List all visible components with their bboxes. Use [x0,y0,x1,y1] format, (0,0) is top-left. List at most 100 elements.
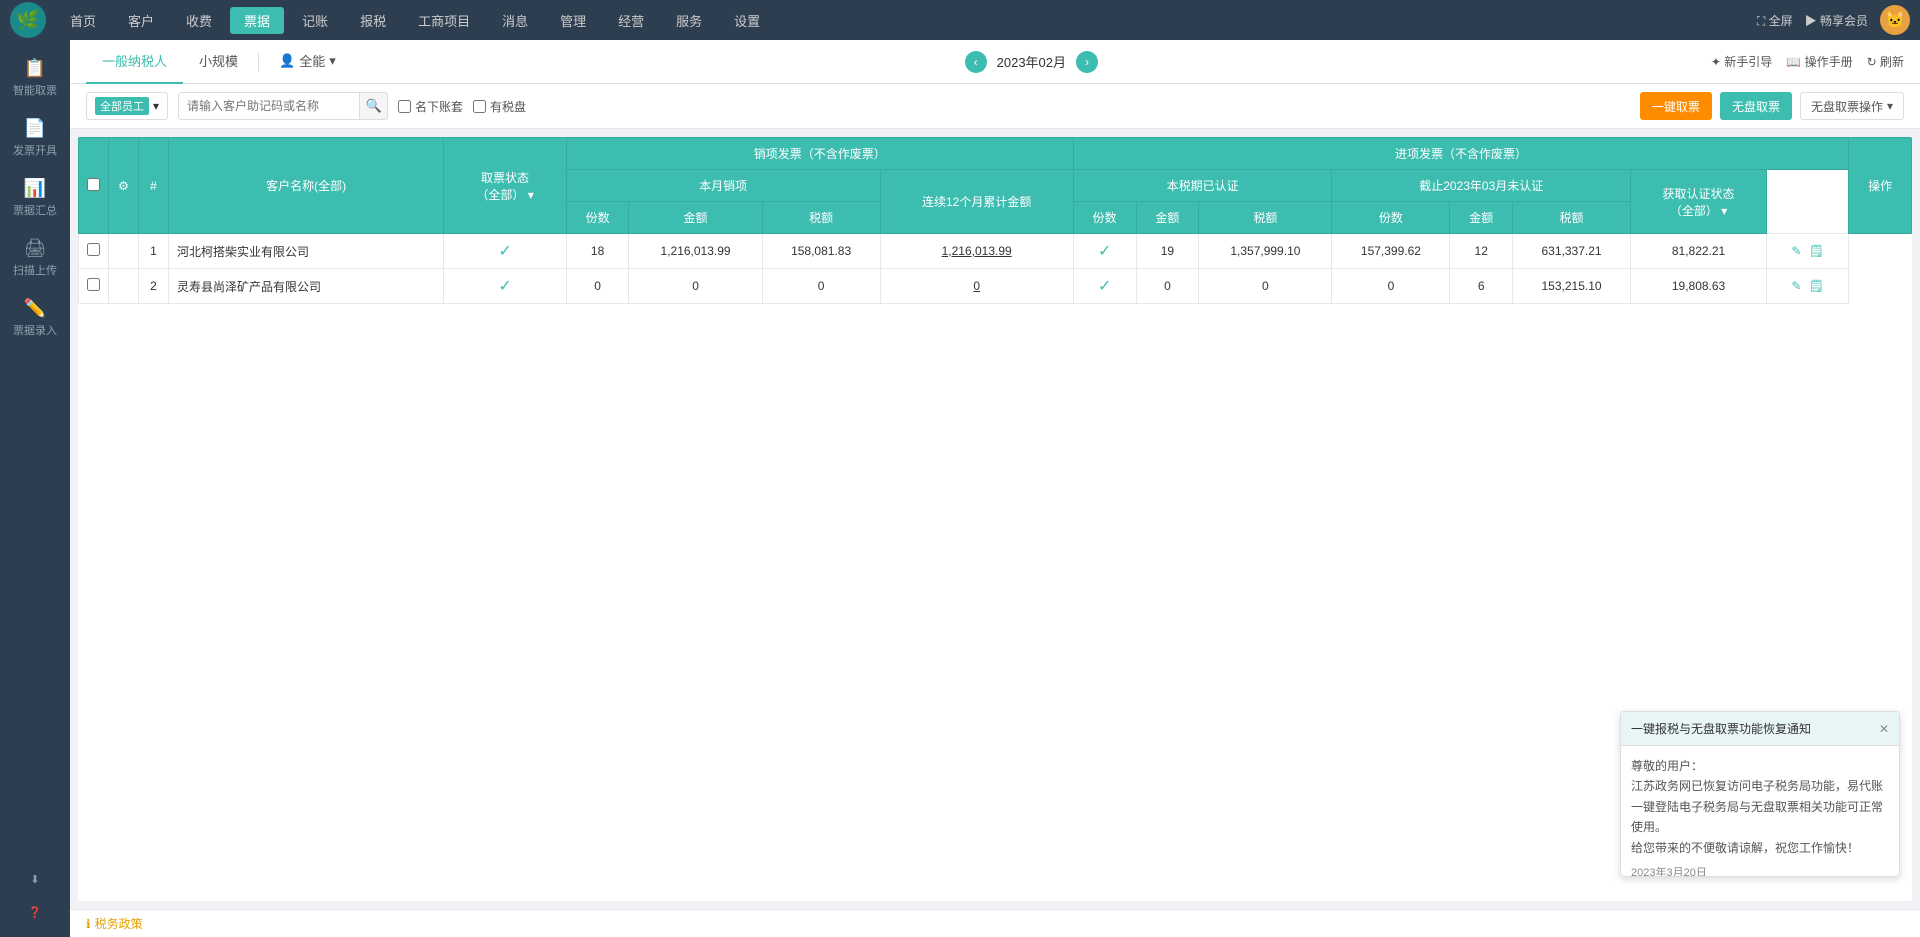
logo-icon: 🌿 [10,2,46,38]
nav-management[interactable]: 管理 [546,7,600,34]
nav-fee[interactable]: 收费 [172,7,226,34]
row-checkbox[interactable] [79,269,109,304]
th-certify-tax: 税额 [1199,202,1332,234]
refresh-button[interactable]: ↻ 刷新 [1867,53,1904,70]
nav-home[interactable]: 首页 [56,7,110,34]
row-detail-button[interactable]: 🗒 [1809,244,1824,258]
tab-general-taxpayer[interactable]: 一般纳税人 [86,40,183,84]
sidebar-item-invoice-summary[interactable]: 📊 票据汇总 [3,170,67,226]
th-settings: ⚙ [109,138,139,234]
row-edit-button[interactable]: ✎ [1791,279,1801,293]
month-nav: ‹ 2023年02月 › [965,51,1098,73]
nav-bookkeeping[interactable]: 记账 [288,7,342,34]
row-detail-button[interactable]: 🗒 [1809,279,1824,293]
row-certify-amount: 0 [1199,269,1332,304]
sidebar-help-button[interactable]: ❓ [3,898,67,927]
sidebar-item-invoice-open[interactable]: 📄 发票开具 [3,110,67,166]
row-index: 2 [139,269,169,304]
nav-invoice[interactable]: 票据 [230,7,284,34]
avatar[interactable]: 🐱 [1880,5,1910,35]
row-accumulated: 1,216,013.99 [880,234,1073,269]
row-actions: ✎ 🗒 [1767,234,1849,269]
row-settings [109,269,139,304]
bottom-bar: ℹ 税务政策 [70,909,1920,937]
row-certify-status: ✓ [1073,269,1136,304]
prev-month-button[interactable]: ‹ [965,51,987,73]
row-index: 1 [139,234,169,269]
notification-header: 一键报税与无盘取票功能恢复通知 ✕ [1621,712,1899,746]
search-button[interactable]: 🔍 [359,92,387,120]
th-tax1: 税额 [762,202,880,234]
nav-settings[interactable]: 设置 [720,7,774,34]
manual-button[interactable]: 📖 操作手册 [1786,53,1852,70]
arrow-left-icon: ‹ [974,55,978,69]
tab-small-scale-label: 小规模 [199,51,238,70]
notification-popup: 一键报税与无盘取票功能恢复通知 ✕ 尊敬的用户： 江苏政务网已恢复访问电子税务局… [1620,711,1900,877]
employee-filter[interactable]: 全部员工 ▾ [86,92,168,120]
row-checkbox[interactable] [79,234,109,269]
nav-customer[interactable]: 客户 [114,7,168,34]
th-fetch-status: 取票状态（全部） ▾ [444,138,566,234]
tab-header-right: ✦ 新手引导 📖 操作手册 ↻ 刷新 [1711,53,1904,70]
certify-status-filter-icon[interactable]: ▾ [1721,204,1727,218]
row-certify-count: 19 [1136,234,1199,269]
no-disk-fetch-button[interactable]: 无盘取票 [1720,92,1792,120]
all-icon: 👤 [279,53,295,69]
tab-all-label: 全能 [299,51,325,70]
tax-policy-icon: ℹ [86,917,91,931]
nav-business[interactable]: 工商项目 [404,7,484,34]
th-checkbox [79,138,109,234]
notification-close-button[interactable]: ✕ [1879,722,1889,736]
row-certify-tax: 0 [1332,269,1450,304]
vip-button[interactable]: ▶ 畅享会员 [1805,12,1868,29]
th-count1: 份数 [566,202,629,234]
row-actions: ✎ 🗒 [1767,269,1849,304]
fullscreen-button[interactable]: ⛶ 全屏 [1757,12,1793,29]
row-accumulated: 0 [880,269,1073,304]
down-account-checkbox[interactable] [398,100,411,113]
invoice-summary-icon: 📊 [24,178,46,199]
next-month-button[interactable]: › [1076,51,1098,73]
nav-message[interactable]: 消息 [488,7,542,34]
tab-all[interactable]: 👤 全能 ▾ [263,40,352,84]
one-key-fetch-button[interactable]: 一键取票 [1640,92,1712,120]
sidebar-item-smart-fetch[interactable]: 📋 智能取票 [3,50,67,106]
nav-service[interactable]: 服务 [662,7,716,34]
notification-title: 一键报税与无盘取票功能恢复通知 [1631,720,1811,737]
search-box: 🔍 [178,92,388,120]
search-input[interactable] [179,92,359,120]
sidebar-item-scan-upload[interactable]: 🖨 扫描上传 [3,230,67,286]
notification-date: 2023年3月20日 [1631,864,1889,876]
checkbox-has-tax[interactable]: 有税盘 [473,98,526,115]
tab-small-scale[interactable]: 小规模 [183,40,254,84]
tax-policy-label[interactable]: 税务政策 [95,915,143,932]
row-uncert-count: 12 [1450,234,1513,269]
sidebar-download-button[interactable]: ⬇ [3,865,67,894]
row-uncert-tax: 19,808.63 [1630,269,1766,304]
checkbox-down-account[interactable]: 名下账套 [398,98,463,115]
has-tax-checkbox[interactable] [473,100,486,113]
th-accumulated: 连续12个月累计金额 [880,170,1073,234]
nav-operation[interactable]: 经营 [604,7,658,34]
no-disk-ops-button[interactable]: 无盘取票操作 ▾ [1800,92,1904,120]
row-uncert-tax: 81,822.21 [1630,234,1766,269]
row-uncert-amount: 153,215.10 [1513,269,1631,304]
th-index: # [139,138,169,234]
notification-scroll[interactable]: 尊敬的用户： 江苏政务网已恢复访问电子税务局功能，易代账一键登陆电子税务局与无盘… [1621,746,1899,876]
down-account-label: 名下账套 [415,98,463,115]
sidebar-item-invoice-entry[interactable]: ✏️ 票据录入 [3,290,67,346]
top-right-tools: ⛶ 全屏 ▶ 畅享会员 🐱 [1757,5,1910,35]
arrow-right-icon: › [1085,55,1089,69]
download-icon: ⬇ [30,873,39,886]
row-edit-button[interactable]: ✎ [1791,244,1801,258]
select-all-checkbox[interactable] [87,178,100,191]
row-certify-count: 0 [1136,269,1199,304]
notification-content: 尊敬的用户： 江苏政务网已恢复访问电子税务局功能，易代账一键登陆电子税务局与无盘… [1631,756,1889,858]
chevron-down-icon: ▾ [329,53,336,69]
dropdown-arrow-icon: ▾ [1887,99,1893,113]
row-amount: 0 [629,269,762,304]
fetch-status-filter-icon[interactable]: ▾ [528,188,534,202]
new-guide-button[interactable]: ✦ 新手引导 [1711,53,1772,70]
nav-tax[interactable]: 报税 [346,7,400,34]
main-table: ⚙ # 客户名称(全部) 取票状态（全部） ▾ 销项发票（不含作废票） 进项发票… [78,137,1912,304]
